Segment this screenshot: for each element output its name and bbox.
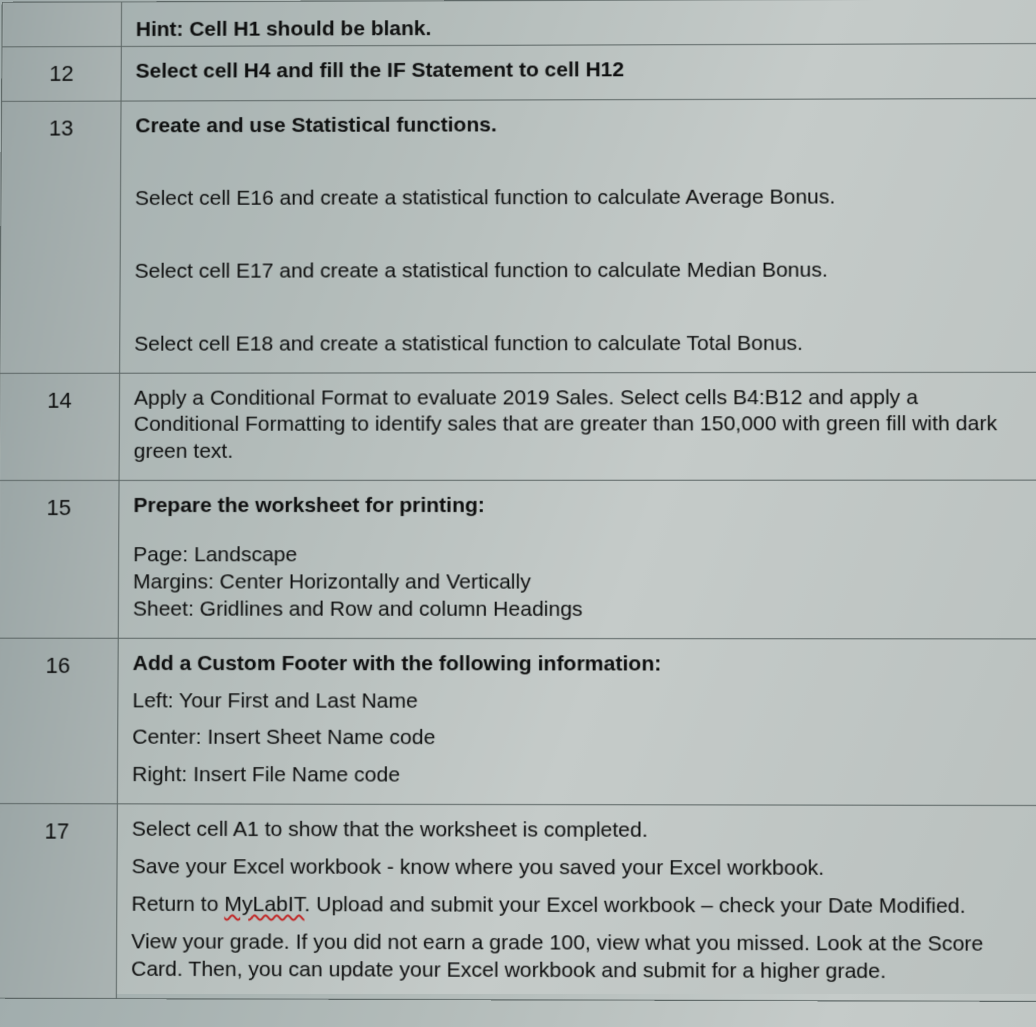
spacer (133, 520, 1022, 542)
step-line: View your grade. If you did not earn a g… (131, 929, 1025, 986)
table-row: 17 Select cell A1 to show that the worksh… (0, 804, 1036, 1001)
step-text: Apply a Conditional Format to evaluate 2… (119, 372, 1036, 481)
step-text: Add a Custom Footer with the following i… (117, 638, 1036, 806)
document-root: Hint: Cell H1 should be blank. 12 Select c… (0, 0, 1036, 994)
spacer (135, 138, 1020, 186)
table-row: 12 Select cell H4 and fill the IF Stateme… (2, 44, 1036, 102)
spell-error-text: MyLabIT (224, 893, 304, 917)
step-number: 16 (0, 638, 118, 804)
text-run: Return to (131, 892, 224, 916)
step-line: Save your Excel workbook - know where yo… (132, 854, 1025, 883)
table-row: 15 Prepare the worksheet for printing: Pag… (0, 480, 1036, 638)
step-line: Right: Insert File Name code (132, 762, 1024, 791)
table-row: 14Apply a Conditional Format to evaluate… (0, 372, 1036, 481)
instructions-table: Hint: Cell H1 should be blank. 12 Select c… (0, 0, 1036, 1001)
step-line: Select cell A1 to show that the workshee… (132, 817, 1024, 846)
step-number: 14 (0, 373, 120, 481)
spacer (134, 284, 1020, 331)
step-line: Page: Landscape (133, 542, 1022, 569)
table-row: 16 Add a Custom Footer with the following… (0, 638, 1036, 806)
step-line: Select cell H4 and fill the IF Statement… (136, 56, 1020, 85)
step-text: Prepare the worksheet for printing: Page:… (118, 480, 1036, 638)
text-run: . Upload and submit your Excel workbook … (304, 893, 965, 918)
step-line: Sheet: Gridlines and Row and column Head… (133, 596, 1023, 624)
step-line: Prepare the worksheet for printing: (133, 493, 1022, 520)
step-number: 12 (2, 46, 122, 101)
step-text: Hint: Cell H1 should be blank. (121, 0, 1036, 46)
step-line: Select cell E16 and create a statistical… (135, 184, 1020, 213)
step-number (2, 2, 122, 47)
step-number: 17 (0, 804, 117, 998)
step-line: Create and use Statistical functions. (135, 111, 1019, 140)
step-number: 15 (0, 481, 119, 638)
step-line: Select cell E17 and create a statistical… (135, 257, 1021, 285)
step-text: Select cell A1 to show that the workshee… (116, 804, 1036, 1001)
step-text: Select cell H4 and fill the IF Statement… (121, 44, 1036, 102)
spacer (135, 211, 1021, 259)
step-line: Add a Custom Footer with the following i… (133, 650, 1024, 678)
step-line: Select cell E18 and create a statistical… (134, 330, 1021, 358)
step-line: Return to MyLabIT. Upload and submit you… (131, 891, 1024, 921)
step-line: Hint: Cell H1 should be blank. (136, 16, 432, 44)
step-text: Create and use Statistical functions. Sel… (120, 98, 1036, 372)
step-line: Left: Your First and Last Name (132, 688, 1023, 716)
step-line: Center: Insert Sheet Name code (132, 725, 1023, 753)
step-line: Apply a Conditional Format to evaluate 2… (134, 384, 1022, 466)
step-number: 13 (0, 101, 121, 373)
step-line: Margins: Center Horizontally and Vertica… (133, 569, 1023, 596)
table-row: 13 Create and use Statistical functions. S… (0, 98, 1036, 372)
table-row: Hint: Cell H1 should be blank. (2, 0, 1036, 47)
